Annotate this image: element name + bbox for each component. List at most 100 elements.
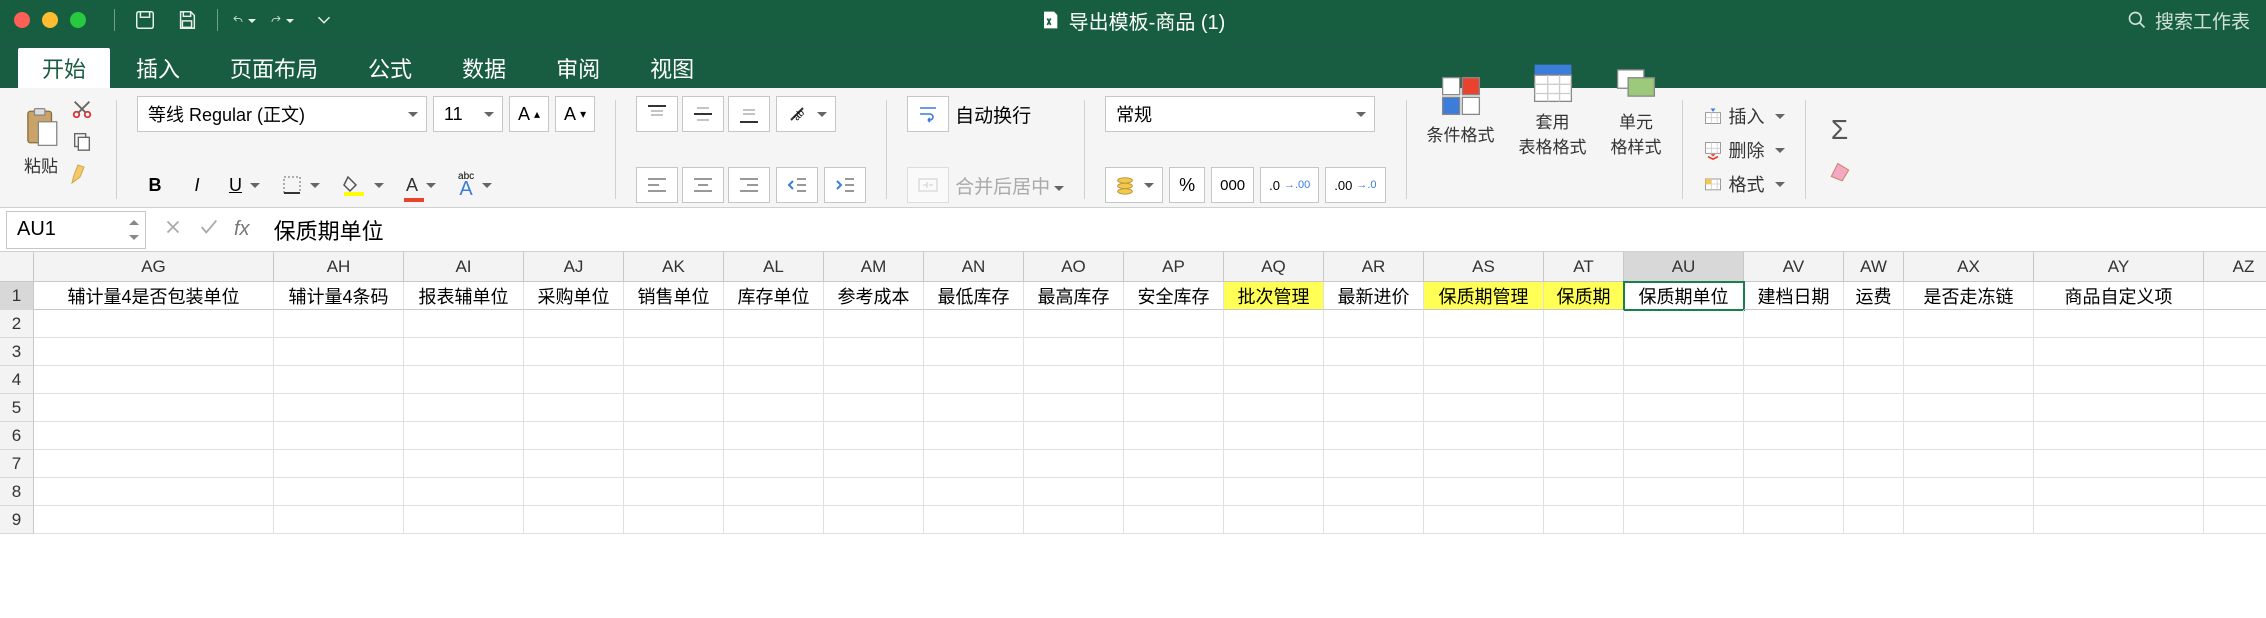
column-header-AZ[interactable]: AZ — [2204, 252, 2266, 282]
column-header-AR[interactable]: AR — [1324, 252, 1424, 282]
align-center-button[interactable] — [682, 167, 724, 203]
cell-AJ4[interactable] — [524, 366, 624, 394]
autosum-button[interactable]: Σ — [1826, 117, 1854, 143]
redo-button[interactable] — [270, 8, 294, 32]
column-header-AO[interactable]: AO — [1024, 252, 1124, 282]
column-header-AU[interactable]: AU — [1624, 252, 1744, 282]
column-header-AH[interactable]: AH — [274, 252, 404, 282]
undo-button[interactable] — [232, 8, 256, 32]
wrap-icon[interactable] — [907, 96, 949, 132]
cell-AI6[interactable] — [404, 422, 524, 450]
cell-AH7[interactable] — [274, 450, 404, 478]
cell-AJ3[interactable] — [524, 338, 624, 366]
insert-cells-button[interactable]: 插入 — [1703, 103, 1785, 129]
cell-AG6[interactable] — [34, 422, 274, 450]
customize-qat-button[interactable] — [312, 8, 336, 32]
cell-AP2[interactable] — [1124, 310, 1224, 338]
cell-AQ3[interactable] — [1224, 338, 1324, 366]
format-painter-button[interactable] — [68, 160, 96, 186]
cell-AU1[interactable]: 保质期单位 — [1624, 282, 1744, 310]
cell-AU3[interactable] — [1624, 338, 1744, 366]
cell-AI8[interactable] — [404, 478, 524, 506]
orientation-button[interactable]: ab — [776, 96, 836, 132]
phonetic-guide-button[interactable]: abcA — [450, 167, 500, 203]
row-header-5[interactable]: 5 — [0, 394, 34, 422]
cell-AT8[interactable] — [1544, 478, 1624, 506]
cell-AT4[interactable] — [1544, 366, 1624, 394]
cell-AP5[interactable] — [1124, 394, 1224, 422]
cell-AN8[interactable] — [924, 478, 1024, 506]
cell-AX4[interactable] — [1904, 366, 2034, 394]
name-box-stepper[interactable] — [125, 214, 143, 246]
align-right-button[interactable] — [728, 167, 770, 203]
tab-page-layout[interactable]: 页面布局 — [206, 48, 342, 88]
cell-AQ6[interactable] — [1224, 422, 1324, 450]
column-header-AJ[interactable]: AJ — [524, 252, 624, 282]
cell-AR7[interactable] — [1324, 450, 1424, 478]
cell-AR3[interactable] — [1324, 338, 1424, 366]
cell-AM3[interactable] — [824, 338, 924, 366]
cell-AW8[interactable] — [1844, 478, 1904, 506]
cell-AV7[interactable] — [1744, 450, 1844, 478]
cell-AI1[interactable]: 报表辅单位 — [404, 282, 524, 310]
cell-AR9[interactable] — [1324, 506, 1424, 534]
cell-AZ2[interactable] — [2204, 310, 2266, 338]
cell-AZ5[interactable] — [2204, 394, 2266, 422]
column-header-AX[interactable]: AX — [1904, 252, 2034, 282]
cell-AO7[interactable] — [1024, 450, 1124, 478]
row-header-1[interactable]: 1 — [0, 282, 34, 310]
row-header-3[interactable]: 3 — [0, 338, 34, 366]
cell-AU2[interactable] — [1624, 310, 1744, 338]
cancel-formula-button[interactable] — [162, 216, 184, 244]
column-header-AL[interactable]: AL — [724, 252, 824, 282]
font-color-button[interactable]: A — [398, 167, 444, 203]
cell-AS1[interactable]: 保质期管理 — [1424, 282, 1544, 310]
cell-AM8[interactable] — [824, 478, 924, 506]
cell-AJ2[interactable] — [524, 310, 624, 338]
cell-AW4[interactable] — [1844, 366, 1904, 394]
column-header-AW[interactable]: AW — [1844, 252, 1904, 282]
cell-AH5[interactable] — [274, 394, 404, 422]
cell-AG4[interactable] — [34, 366, 274, 394]
cell-AO2[interactable] — [1024, 310, 1124, 338]
cell-AY5[interactable] — [2034, 394, 2204, 422]
number-format-select[interactable]: 常规 — [1105, 96, 1375, 132]
increase-font-button[interactable]: A▴ — [509, 96, 549, 132]
cell-AG9[interactable] — [34, 506, 274, 534]
cell-AW1[interactable]: 运费 — [1844, 282, 1904, 310]
cell-AY9[interactable] — [2034, 506, 2204, 534]
cell-AK6[interactable] — [624, 422, 724, 450]
format-cells-button[interactable]: 格式 — [1703, 171, 1785, 197]
cell-AO3[interactable] — [1024, 338, 1124, 366]
cell-AG7[interactable] — [34, 450, 274, 478]
cell-AQ7[interactable] — [1224, 450, 1324, 478]
cell-AL1[interactable]: 库存单位 — [724, 282, 824, 310]
cell-AM5[interactable] — [824, 394, 924, 422]
cell-AP4[interactable] — [1124, 366, 1224, 394]
cell-AQ4[interactable] — [1224, 366, 1324, 394]
cell-AN4[interactable] — [924, 366, 1024, 394]
accounting-format-button[interactable] — [1105, 167, 1163, 203]
cell-AL8[interactable] — [724, 478, 824, 506]
cell-AH3[interactable] — [274, 338, 404, 366]
cell-AX8[interactable] — [1904, 478, 2034, 506]
cell-AJ7[interactable] — [524, 450, 624, 478]
column-header-AN[interactable]: AN — [924, 252, 1024, 282]
tab-review[interactable]: 审阅 — [532, 48, 624, 88]
cell-AX1[interactable]: 是否走冻链 — [1904, 282, 2034, 310]
cell-AL2[interactable] — [724, 310, 824, 338]
cell-AN9[interactable] — [924, 506, 1024, 534]
row-header-2[interactable]: 2 — [0, 310, 34, 338]
cell-AQ5[interactable] — [1224, 394, 1324, 422]
cell-AV9[interactable] — [1744, 506, 1844, 534]
bold-button[interactable]: B — [137, 167, 173, 203]
delete-cells-button[interactable]: 删除 — [1703, 137, 1785, 163]
cell-AI4[interactable] — [404, 366, 524, 394]
cell-AL7[interactable] — [724, 450, 824, 478]
column-header-AT[interactable]: AT — [1544, 252, 1624, 282]
italic-button[interactable]: I — [179, 167, 215, 203]
align-bottom-button[interactable] — [728, 96, 770, 132]
cell-AR5[interactable] — [1324, 394, 1424, 422]
tab-view[interactable]: 视图 — [626, 48, 718, 88]
cell-AS3[interactable] — [1424, 338, 1544, 366]
